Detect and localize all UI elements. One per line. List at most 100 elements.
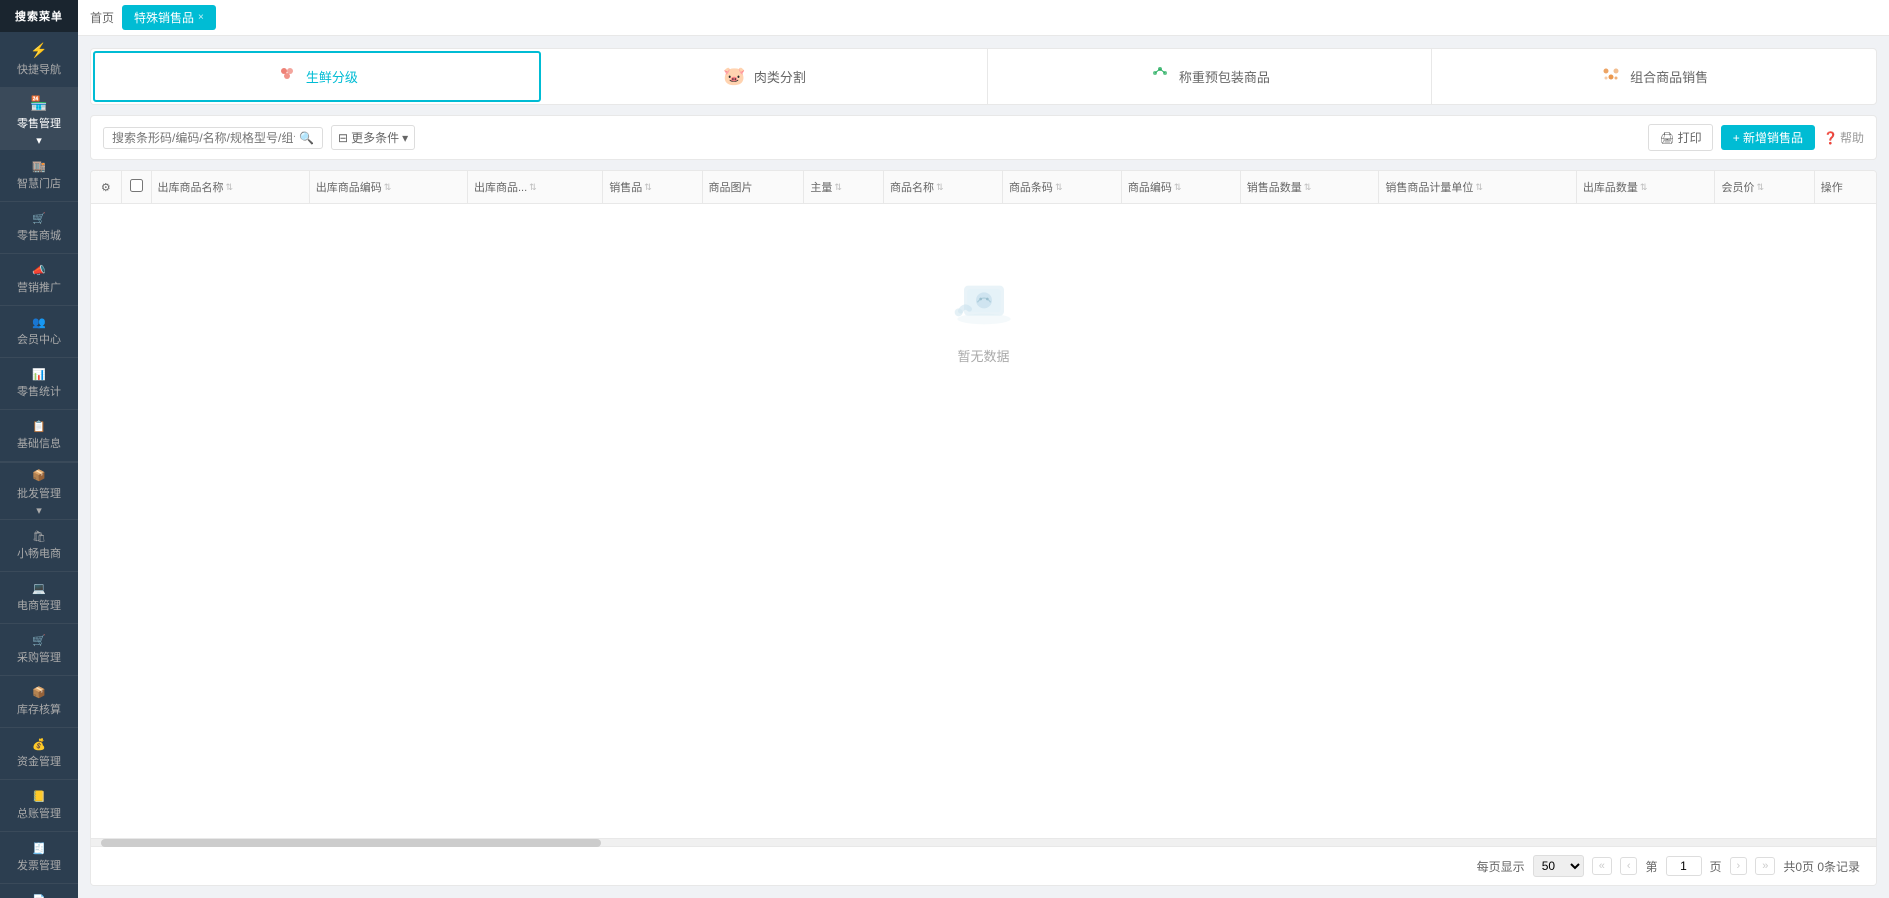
filter-icon: ⊟	[338, 131, 348, 145]
toolbar-left: 🔍 ⊟ 更多条件 ▾	[103, 125, 415, 150]
col-settings[interactable]: ⚙	[91, 171, 121, 204]
help-label: 帮助	[1840, 129, 1864, 146]
toolbar: 🔍 ⊟ 更多条件 ▾ 🖨 打印 + 新增销售品 ❓ 帮助	[90, 115, 1877, 160]
total-text: 共0页 0条记录	[1783, 858, 1860, 875]
sort-icon: ⇅	[529, 182, 537, 193]
sort-icon: ⇅	[644, 182, 652, 193]
sidebar-item-basic-info[interactable]: 📋 基础信息	[0, 410, 78, 462]
empty-state: 暂无数据	[91, 204, 1876, 425]
data-table: ⚙ 出库商品名称 ⇅	[91, 171, 1876, 204]
help-button[interactable]: ❓ 帮助	[1823, 129, 1864, 146]
print-label: 打印	[1678, 129, 1702, 146]
sidebar-item-ecom-mgmt[interactable]: 💻 电商管理	[0, 572, 78, 624]
sidebar-item-quick-nav[interactable]: ⚡ 快捷导航	[0, 32, 78, 88]
sidebar-item-label: 库存核算	[17, 701, 61, 717]
close-tab-icon[interactable]: ×	[198, 12, 204, 23]
tax-mgmt-icon: 📄	[32, 894, 46, 898]
wholesale-mgmt-icon: 📦	[32, 469, 46, 482]
select-all-checkbox[interactable]	[130, 179, 143, 192]
prev-page-button[interactable]: ‹	[1620, 857, 1638, 875]
tab-combo-sales[interactable]: 组合商品销售	[1432, 49, 1876, 104]
sidebar-item-smart-store[interactable]: 🏬 智慧门店	[0, 150, 78, 202]
col-out-goods-code[interactable]: 出库商品编码 ⇅	[309, 171, 467, 204]
col-goods-name[interactable]: 商品名称 ⇅	[884, 171, 1003, 204]
filter-label: 更多条件	[351, 129, 399, 146]
sidebar-item-finance[interactable]: 💰 资金管理	[0, 728, 78, 780]
scale-pkg-icon	[1149, 63, 1171, 90]
scroll-thumb[interactable]	[101, 839, 601, 847]
col-operation: 操作	[1814, 171, 1876, 204]
sidebar-item-sales-promo[interactable]: 📣 营销推广	[0, 254, 78, 306]
sidebar-item-tax-mgmt[interactable]: 📄 税务管理	[0, 884, 78, 898]
sidebar-item-label: 智慧门店	[17, 175, 61, 191]
active-tab[interactable]: 特殊销售品 ×	[122, 5, 216, 30]
sidebar: 搜索菜单 ⚡ 快捷导航 🏪 零售管理 ▾ 🏬 智慧门店 🛒 零售商城 📣 营销推…	[0, 0, 78, 898]
sort-icon: ⇅	[384, 182, 392, 193]
empty-text: 暂无数据	[957, 346, 1009, 365]
sidebar-item-mini-ecom[interactable]: 🛍 小畅电商	[0, 520, 78, 572]
sidebar-item-label: 电商管理	[17, 597, 61, 613]
page-number-input[interactable]	[1666, 856, 1702, 876]
col-goods-code[interactable]: 商品编码 ⇅	[1121, 171, 1240, 204]
tabs-row: 生鲜分级 🐷 肉类分割 称重预包装商品	[90, 48, 1877, 105]
tab-meat-cut[interactable]: 🐷 肉类分割	[543, 49, 988, 104]
col-sales-qty[interactable]: 销售品数量 ⇅	[1240, 171, 1379, 204]
chevron-down-icon: ▾	[402, 131, 408, 145]
topbar: 首页 特殊销售品 ×	[78, 0, 1889, 36]
retail-mall-icon: 🛒	[32, 212, 46, 225]
next-page-button[interactable]: ›	[1730, 857, 1748, 875]
search-box[interactable]: 🔍	[103, 127, 323, 149]
horizontal-scrollbar[interactable]	[91, 838, 1876, 846]
print-button[interactable]: 🖨 打印	[1648, 124, 1712, 151]
sidebar-item-retail-stats[interactable]: 📊 零售统计	[0, 358, 78, 410]
col-sales-unit[interactable]: 销售商品计量单位 ⇅	[1379, 171, 1577, 204]
col-main-unit[interactable]: 主量 ⇅	[804, 171, 884, 204]
per-page-select[interactable]: 10 20 50 100	[1533, 855, 1584, 877]
sidebar-item-membership[interactable]: 👥 会员中心	[0, 306, 78, 358]
filter-button[interactable]: ⊟ 更多条件 ▾	[331, 125, 415, 150]
col-out-qty[interactable]: 出库品数量 ⇅	[1576, 171, 1715, 204]
ecom-mgmt-icon: 💻	[32, 582, 46, 595]
pagination: 每页显示 10 20 50 100 « ‹ 第 页 › » 共0页 0条记录	[91, 846, 1876, 885]
general-ledger-icon: 📒	[32, 790, 46, 803]
sidebar-item-invoice-mgmt[interactable]: 🧾 发票管理	[0, 832, 78, 884]
col-out-goods-spec[interactable]: 出库商品... ⇅	[467, 171, 602, 204]
sidebar-item-purchase-mgmt[interactable]: 🛒 采购管理	[0, 624, 78, 676]
sidebar-item-label: 零售商城	[17, 227, 61, 243]
col-checkbox[interactable]	[121, 171, 151, 204]
purchase-mgmt-icon: 🛒	[32, 634, 46, 647]
sidebar-item-label: 发票管理	[17, 857, 61, 873]
sort-icon: ⇅	[1055, 182, 1063, 193]
retail-stats-icon: 📊	[32, 368, 46, 381]
sidebar-logo[interactable]: 搜索菜单	[0, 0, 78, 32]
sidebar-item-inventory[interactable]: 📦 库存核算	[0, 676, 78, 728]
first-page-button[interactable]: «	[1592, 857, 1612, 875]
sidebar-item-wholesale-mgmt[interactable]: 📦 批发管理 ▾	[0, 462, 78, 520]
sidebar-item-retail-mgmt[interactable]: 🏪 零售管理 ▾	[0, 88, 78, 150]
content-area: 生鲜分级 🐷 肉类分割 称重预包装商品	[78, 36, 1889, 898]
sidebar-item-label: 总账管理	[17, 805, 61, 821]
membership-icon: 👥	[32, 316, 46, 329]
sidebar-item-label: 采购管理	[17, 649, 61, 665]
add-button[interactable]: + 新增销售品	[1721, 125, 1815, 150]
sidebar-item-label: 营销推广	[17, 279, 61, 295]
col-member-price[interactable]: 会员价 ⇅	[1715, 171, 1814, 204]
tab-fresh-grade-label: 生鲜分级	[306, 67, 358, 86]
table-wrapper: ⚙ 出库商品名称 ⇅	[91, 171, 1876, 838]
sort-icon: ⇅	[1475, 182, 1483, 193]
sort-icon: ⇅	[834, 182, 842, 193]
sidebar-item-label: 小畅电商	[17, 545, 61, 561]
last-page-button[interactable]: »	[1755, 857, 1775, 875]
sort-icon: ⇅	[1640, 182, 1648, 193]
tab-scale-pkg[interactable]: 称重预包装商品	[988, 49, 1433, 104]
table-header-row: ⚙ 出库商品名称 ⇅	[91, 171, 1876, 204]
sidebar-item-retail-mall[interactable]: 🛒 零售商城	[0, 202, 78, 254]
search-input[interactable]	[112, 131, 295, 145]
col-out-goods-name[interactable]: 出库商品名称 ⇅	[151, 171, 309, 204]
col-sales-goods[interactable]: 销售品 ⇅	[603, 171, 702, 204]
col-barcode[interactable]: 商品条码 ⇅	[1002, 171, 1121, 204]
home-link[interactable]: 首页	[90, 9, 114, 26]
tab-combo-sales-label: 组合商品销售	[1630, 67, 1708, 86]
tab-fresh-grade[interactable]: 生鲜分级	[93, 51, 541, 102]
sidebar-item-general-ledger[interactable]: 📒 总账管理	[0, 780, 78, 832]
